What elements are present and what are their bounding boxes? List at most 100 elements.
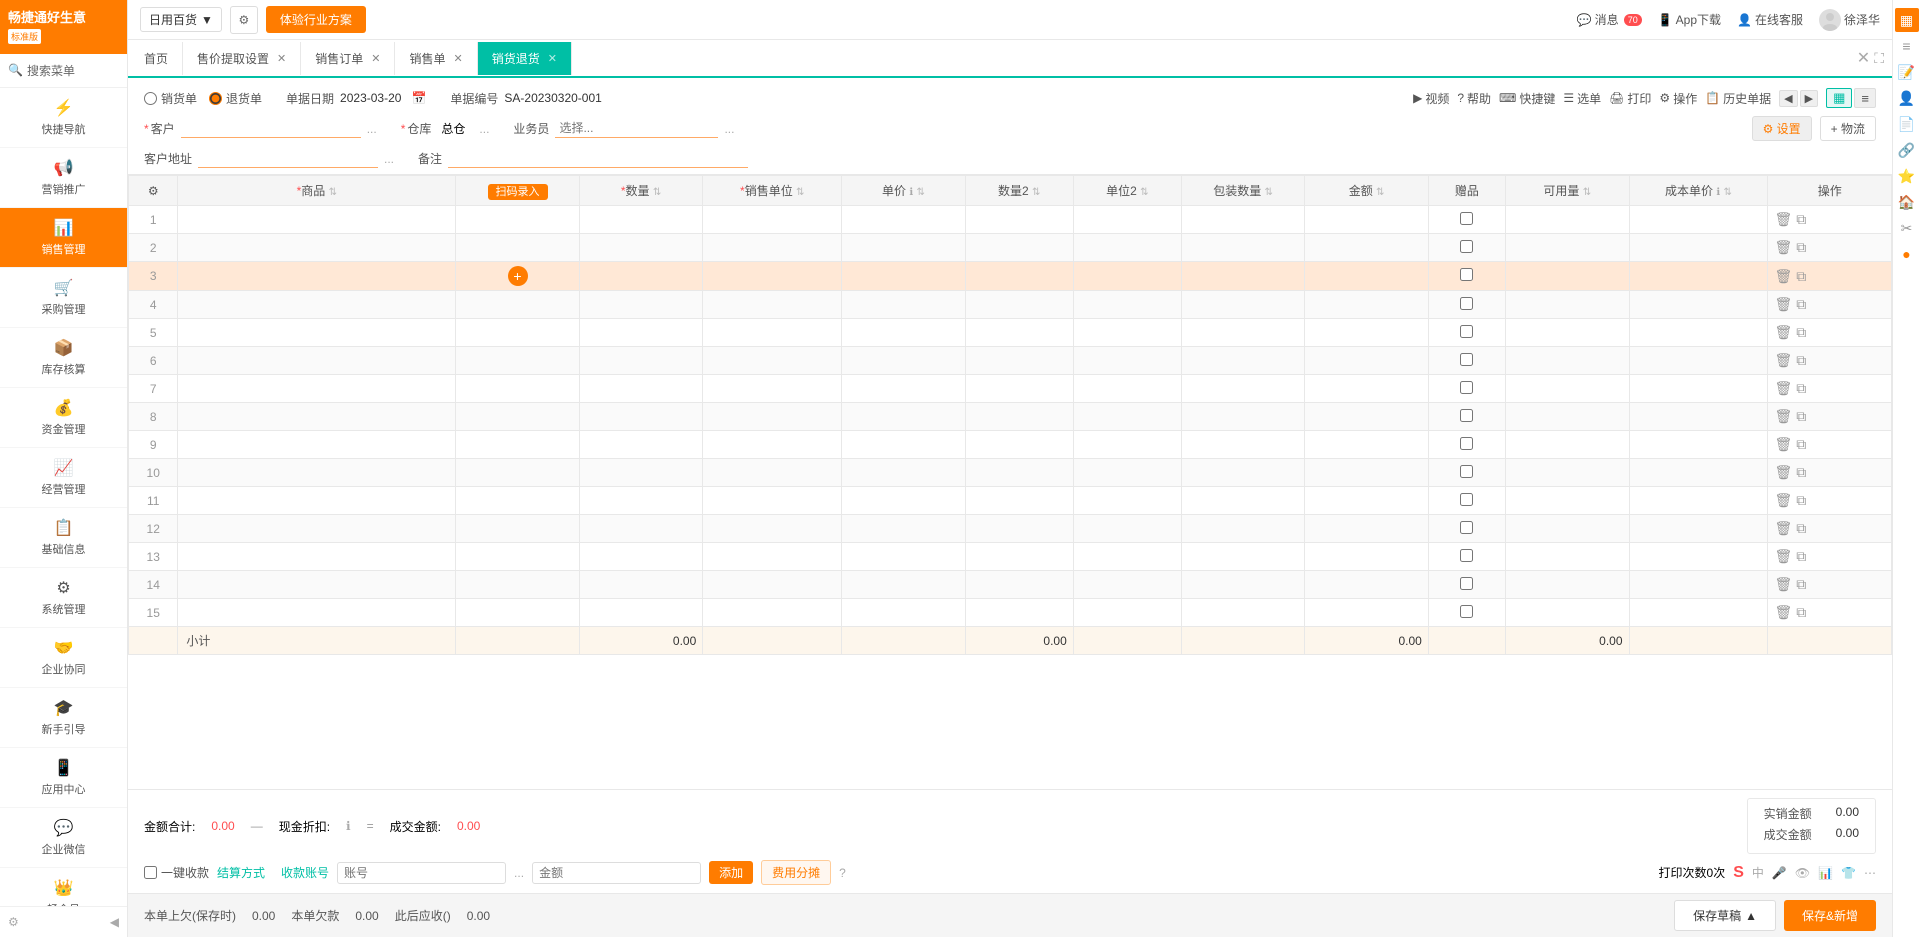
tab-sales-return-close[interactable]: ✕ [548,52,557,65]
sales-unit-cell-12[interactable] [703,515,842,543]
right-sidebar-home[interactable]: 🏠 [1895,190,1919,214]
available-cell-4[interactable] [1506,291,1630,319]
th-sales-unit[interactable]: *销售单位 ⇅ [703,176,842,206]
unit-price-cell-4[interactable] [842,291,966,319]
tab-home[interactable]: 首页 [128,42,183,75]
sales-unit-cell-8[interactable] [703,403,842,431]
available-cell-12[interactable] [1506,515,1630,543]
qty2-cell-2[interactable] [965,234,1073,262]
sales-unit-cell-5[interactable] [703,319,842,347]
gift-cell-6[interactable] [1428,347,1505,375]
salesperson-input[interactable] [555,119,718,138]
unit2-cell-12[interactable] [1073,515,1181,543]
sidebar-item-sales[interactable]: 📊 销售管理 [0,208,127,268]
product-cell-13[interactable] [178,543,456,571]
sales-unit-cell-15[interactable] [703,599,842,627]
qty2-cell-11[interactable] [965,487,1073,515]
gift-checkbox-8[interactable] [1460,409,1473,422]
product-cell-15[interactable] [178,599,456,627]
qty-cell-7[interactable] [579,375,703,403]
pack-qty-cell-2[interactable] [1181,234,1305,262]
available-cell-9[interactable] [1506,431,1630,459]
pack-qty-cell-1[interactable] [1181,206,1305,234]
radio-sales-bill[interactable]: 销货单 [144,90,197,107]
right-sidebar-notes[interactable]: 📝 [1895,60,1919,84]
product-cell-3[interactable] [178,262,456,291]
product-cell-5[interactable] [178,319,456,347]
available-cell-1[interactable] [1506,206,1630,234]
unit2-cell-14[interactable] [1073,571,1181,599]
qty2-cell-13[interactable] [965,543,1073,571]
tab-maximize-icon[interactable]: ⛶ [1874,50,1884,67]
available-cell-7[interactable] [1506,375,1630,403]
customer-select-button[interactable]: ... [367,122,377,136]
gift-checkbox-3[interactable] [1460,268,1473,281]
right-sidebar-link[interactable]: 🔗 [1895,138,1919,162]
sales-unit-cell-2[interactable] [703,234,842,262]
qty2-cell-8[interactable] [965,403,1073,431]
gift-checkbox-5[interactable] [1460,325,1473,338]
unit2-cell-15[interactable] [1073,599,1181,627]
qty2-cell-9[interactable] [965,431,1073,459]
unit2-cell-9[interactable] [1073,431,1181,459]
unit-price-cell-8[interactable] [842,403,966,431]
sidebar-item-inventory[interactable]: 📦 库存核算 [0,328,127,388]
th-pack-qty[interactable]: 包装数量 ⇅ [1181,176,1305,206]
qty-cell-11[interactable] [579,487,703,515]
shortcut-button[interactable]: ⌨ 快捷键 [1499,90,1555,107]
gift-checkbox-9[interactable] [1460,437,1473,450]
sidebar-item-system[interactable]: ⚙ 系统管理 [0,568,127,628]
available-cell-2[interactable] [1506,234,1630,262]
cost-price-cell-4[interactable] [1629,291,1768,319]
qty-cell-9[interactable] [579,431,703,459]
history-button[interactable]: 📋 历史单据 [1705,90,1771,107]
bottom-icon-eye[interactable]: 👁 [1795,866,1810,880]
product-input-3[interactable] [184,269,449,283]
th-unit2[interactable]: 单位2 ⇅ [1073,176,1181,206]
qty-cell-12[interactable] [579,515,703,543]
remark-input[interactable] [448,149,748,168]
product-cell-8[interactable] [178,403,456,431]
delete-row-button-6[interactable]: 🗑 [1774,352,1792,369]
amount-cell-6[interactable] [1305,347,1429,375]
th-qty[interactable]: *数量 ⇅ [579,176,703,206]
cost-price-cell-1[interactable] [1629,206,1768,234]
sales-unit-cell-13[interactable] [703,543,842,571]
amount-cell-9[interactable] [1305,431,1429,459]
pack-qty-cell-10[interactable] [1181,459,1305,487]
sidebar-item-basic[interactable]: 📋 基础信息 [0,508,127,568]
collapse-icon[interactable]: ◀ [110,915,119,929]
pack-qty-cell-13[interactable] [1181,543,1305,571]
product-cell-1[interactable] [178,206,456,234]
qty2-cell-12[interactable] [965,515,1073,543]
operate-button[interactable]: ⚙ 操作 [1659,90,1697,107]
sales-unit-cell-10[interactable] [703,459,842,487]
gift-cell-11[interactable] [1428,487,1505,515]
sidebar-item-finance[interactable]: 💰 资金管理 [0,388,127,448]
amount-cell-5[interactable] [1305,319,1429,347]
salesperson-select-button[interactable]: ... [724,122,734,136]
copy-row-button-1[interactable]: ⧉ [1796,211,1806,228]
pack-qty-cell-11[interactable] [1181,487,1305,515]
qty-cell-14[interactable] [579,571,703,599]
product-cell-9[interactable] [178,431,456,459]
help-button[interactable]: ? 帮助 [1457,90,1491,107]
qty2-cell-4[interactable] [965,291,1073,319]
copy-row-button-3[interactable]: ⧉ [1796,268,1806,285]
amount-cell-13[interactable] [1305,543,1429,571]
cost-price-cell-14[interactable] [1629,571,1768,599]
available-cell-5[interactable] [1506,319,1630,347]
amount-cell-8[interactable] [1305,403,1429,431]
product-cell-4[interactable] [178,291,456,319]
copy-row-button-4[interactable]: ⧉ [1796,296,1806,313]
unit2-cell-7[interactable] [1073,375,1181,403]
sales-unit-cell-1[interactable] [703,206,842,234]
right-sidebar-doc[interactable]: 📄 [1895,112,1919,136]
unit-price-cell-3[interactable] [842,262,966,291]
delete-row-button-5[interactable]: 🗑 [1774,324,1792,341]
cost-price-cell-15[interactable] [1629,599,1768,627]
tab-sales[interactable]: 销售单 ✕ [395,42,477,75]
gift-cell-2[interactable] [1428,234,1505,262]
sidebar-item-appstore[interactable]: 📱 应用中心 [0,748,127,808]
bottom-icon-s[interactable]: S [1733,864,1744,882]
